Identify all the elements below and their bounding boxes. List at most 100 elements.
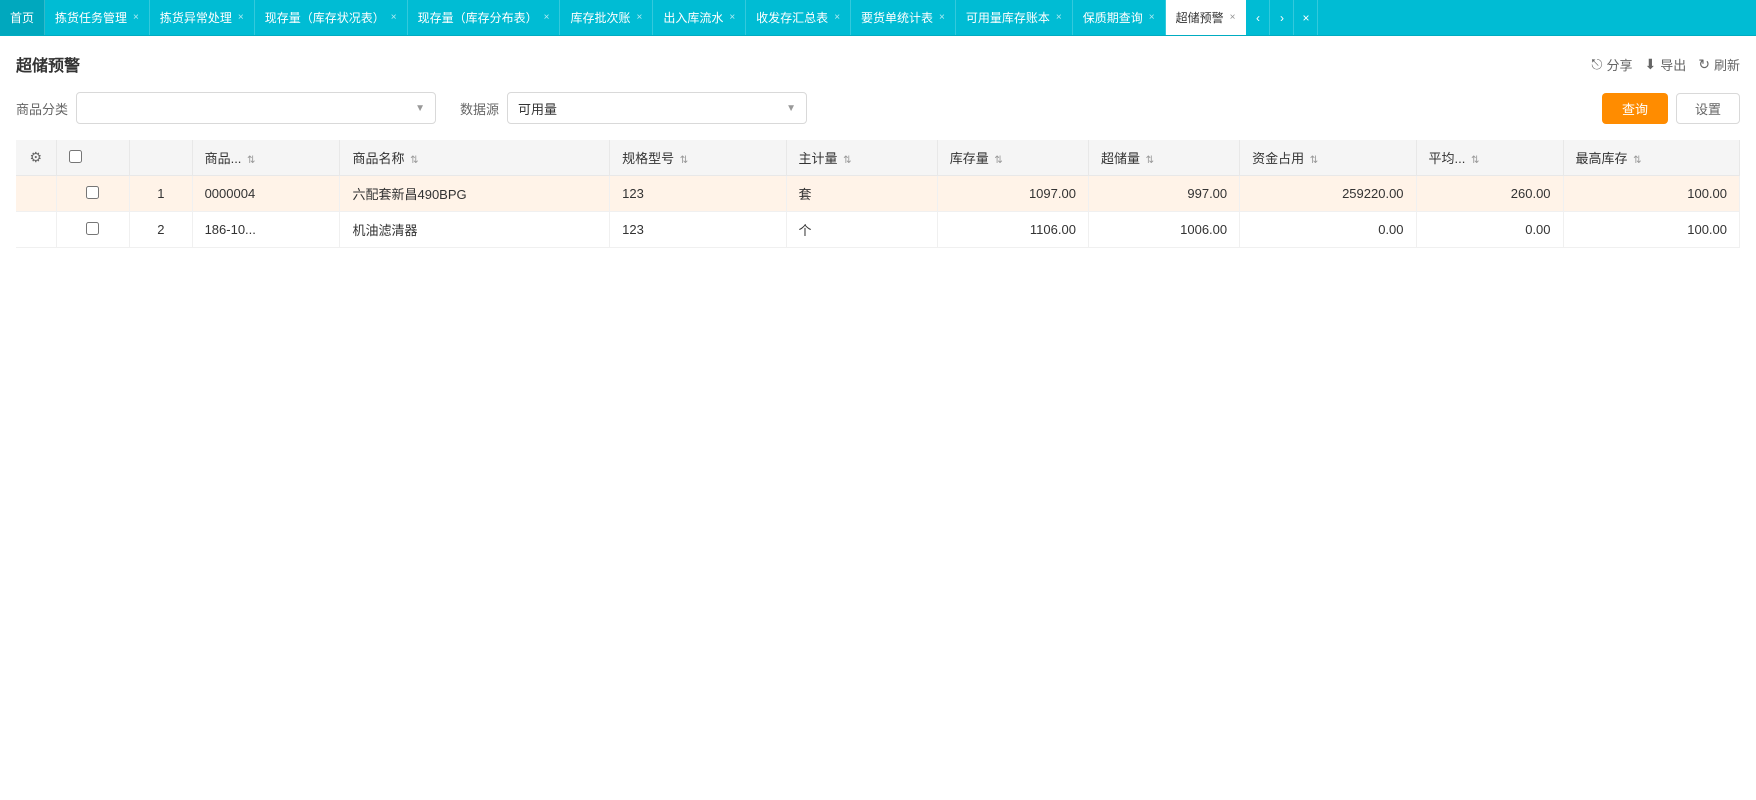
row-avg: 0.00 [1416, 212, 1563, 248]
datasource-filter: 数据源 可用量 ▼ [460, 92, 807, 124]
main-content: 超储预警 ⎋ 分享 ⬇ 导出 ↻ 刷新 商品分类 ▼ 数据源 [0, 36, 1756, 800]
row-overstock: 1006.00 [1088, 212, 1239, 248]
gear-col-header: ⚙ [16, 140, 56, 176]
row-checkbox[interactable] [86, 186, 99, 199]
nav-prev-arrow[interactable]: ‹ [1246, 0, 1270, 36]
product-name-sort-icon[interactable]: ⇅ [410, 155, 418, 166]
spec-label: 规格型号 [622, 151, 674, 166]
close-tab-icon[interactable]: × [1056, 12, 1062, 23]
table-row: 2186-10...机油滤清器123个1106.001006.000.000.0… [16, 212, 1740, 248]
page-header: 超储预警 ⎋ 分享 ⬇ 导出 ↻ 刷新 [16, 52, 1740, 76]
row-product-name: 机油滤清器 [340, 212, 610, 248]
nav-tab-inventory-dist[interactable]: 现存量（库存分布表） × [408, 0, 561, 36]
nav-tab-abnormal[interactable]: 拣货异常处理 × [150, 0, 255, 36]
nav-tab-quality[interactable]: 保质期查询 × [1073, 0, 1166, 36]
product-code-sort-icon[interactable]: ⇅ [247, 155, 255, 166]
share-button[interactable]: ⎋ 分享 [1591, 55, 1632, 74]
nav-tab-inout-flow[interactable]: 出入库流水 × [653, 0, 746, 36]
share-icon: ⎋ [1591, 56, 1602, 73]
filter-buttons: 查询 设置 [1602, 93, 1740, 124]
refresh-button[interactable]: ↻ 刷新 [1698, 55, 1740, 74]
row-product-code: 0000004 [192, 176, 340, 212]
spec-sort-icon[interactable]: ⇅ [680, 155, 688, 166]
datasource-select[interactable]: 可用量 ▼ [507, 92, 807, 124]
max-stock-sort-icon[interactable]: ⇅ [1633, 155, 1641, 166]
select-all-checkbox[interactable] [69, 150, 82, 163]
row-checkbox-cell [56, 212, 130, 248]
nav-tab-avail-account[interactable]: 可用量库存账本 × [956, 0, 1073, 36]
close-tab-icon[interactable]: × [391, 12, 397, 23]
close-tab-icon[interactable]: × [1149, 12, 1155, 23]
row-max-stock: 100.00 [1563, 212, 1739, 248]
table-row: 10000004六配套新昌490BPG123套1097.00997.002592… [16, 176, 1740, 212]
row-gear-cell [16, 176, 56, 212]
nav-close-arrow[interactable]: × [1294, 0, 1318, 36]
row-avg: 260.00 [1416, 176, 1563, 212]
unit-col-header: 主计量 ⇅ [786, 140, 937, 176]
query-button[interactable]: 查询 [1602, 93, 1668, 124]
datasource-label: 数据源 [460, 99, 499, 118]
datasource-value: 可用量 [518, 99, 557, 118]
stock-sort-icon[interactable]: ⇅ [994, 155, 1002, 166]
nav-tab-inventory-status[interactable]: 现存量（库存状况表） × [255, 0, 408, 36]
category-label: 商品分类 [16, 99, 68, 118]
capital-sort-icon[interactable]: ⇅ [1310, 155, 1318, 166]
close-tab-icon[interactable]: × [834, 12, 840, 23]
close-tab-icon[interactable]: × [544, 12, 550, 23]
max-stock-label: 最高库存 [1576, 151, 1628, 166]
unit-sort-icon[interactable]: ⇅ [843, 155, 851, 166]
row-spec: 123 [610, 212, 786, 248]
row-seq: 2 [130, 212, 192, 248]
category-arrow-icon: ▼ [415, 103, 425, 114]
datasource-arrow-icon: ▼ [786, 103, 796, 114]
table-body: 10000004六配套新昌490BPG123套1097.00997.002592… [16, 176, 1740, 248]
row-checkbox-cell [56, 176, 130, 212]
overstock-label: 超储量 [1101, 151, 1140, 166]
unit-label: 主计量 [799, 151, 838, 166]
gear-icon[interactable]: ⚙ [29, 149, 42, 165]
close-tab-icon[interactable]: × [729, 12, 735, 23]
nav-tab-task-mgmt[interactable]: 拣货任务管理 × [45, 0, 150, 36]
row-unit: 个 [786, 212, 937, 248]
capital-col-header: 资金占用 ⇅ [1240, 140, 1416, 176]
avg-sort-icon[interactable]: ⇅ [1471, 155, 1479, 166]
header-row: ⚙ 商品... ⇅ 商品名称 ⇅ 规格型号 ⇅ [16, 140, 1740, 176]
product-code-col-header: 商品... ⇅ [192, 140, 340, 176]
nav-tab-overstock[interactable]: 超储预警 × [1166, 0, 1247, 36]
row-overstock: 997.00 [1088, 176, 1239, 212]
nav-next-arrow[interactable]: › [1270, 0, 1294, 36]
overstock-col-header: 超储量 ⇅ [1088, 140, 1239, 176]
nav-tab-order-stat[interactable]: 要货单统计表 × [851, 0, 956, 36]
close-tab-icon[interactable]: × [636, 12, 642, 23]
nav-tab-batch[interactable]: 库存批次账 × [560, 0, 653, 36]
export-button[interactable]: ⬇ 导出 [1645, 55, 1687, 74]
stock-col-header: 库存量 ⇅ [937, 140, 1088, 176]
row-spec: 123 [610, 176, 786, 212]
page-title: 超储预警 [16, 52, 80, 76]
avg-label: 平均... [1429, 151, 1466, 166]
header-actions: ⎋ 分享 ⬇ 导出 ↻ 刷新 [1591, 55, 1740, 74]
overstock-sort-icon[interactable]: ⇅ [1146, 155, 1154, 166]
row-stock: 1097.00 [937, 176, 1088, 212]
product-code-label: 商品... [205, 151, 242, 166]
row-capital: 259220.00 [1240, 176, 1416, 212]
nav-tab-collect[interactable]: 收发存汇总表 × [746, 0, 851, 36]
settings-button[interactable]: 设置 [1676, 93, 1740, 124]
row-product-name: 六配套新昌490BPG [340, 176, 610, 212]
category-select[interactable]: ▼ [76, 92, 436, 124]
row-max-stock: 100.00 [1563, 176, 1739, 212]
close-tab-icon[interactable]: × [133, 12, 139, 23]
close-tab-icon[interactable]: × [1230, 12, 1236, 23]
table-header: ⚙ 商品... ⇅ 商品名称 ⇅ 规格型号 ⇅ [16, 140, 1740, 176]
top-nav: 首页拣货任务管理 ×拣货异常处理 ×现存量（库存状况表） ×现存量（库存分布表）… [0, 0, 1756, 36]
row-capital: 0.00 [1240, 212, 1416, 248]
filter-row: 商品分类 ▼ 数据源 可用量 ▼ 查询 设置 [16, 92, 1740, 124]
nav-tab-home[interactable]: 首页 [0, 0, 45, 36]
product-name-col-header: 商品名称 ⇅ [340, 140, 610, 176]
product-name-label: 商品名称 [352, 151, 404, 166]
close-tab-icon[interactable]: × [238, 12, 244, 23]
close-tab-icon[interactable]: × [939, 12, 945, 23]
seq-col-header [130, 140, 192, 176]
checkbox-col-header [56, 140, 130, 176]
row-checkbox[interactable] [86, 222, 99, 235]
